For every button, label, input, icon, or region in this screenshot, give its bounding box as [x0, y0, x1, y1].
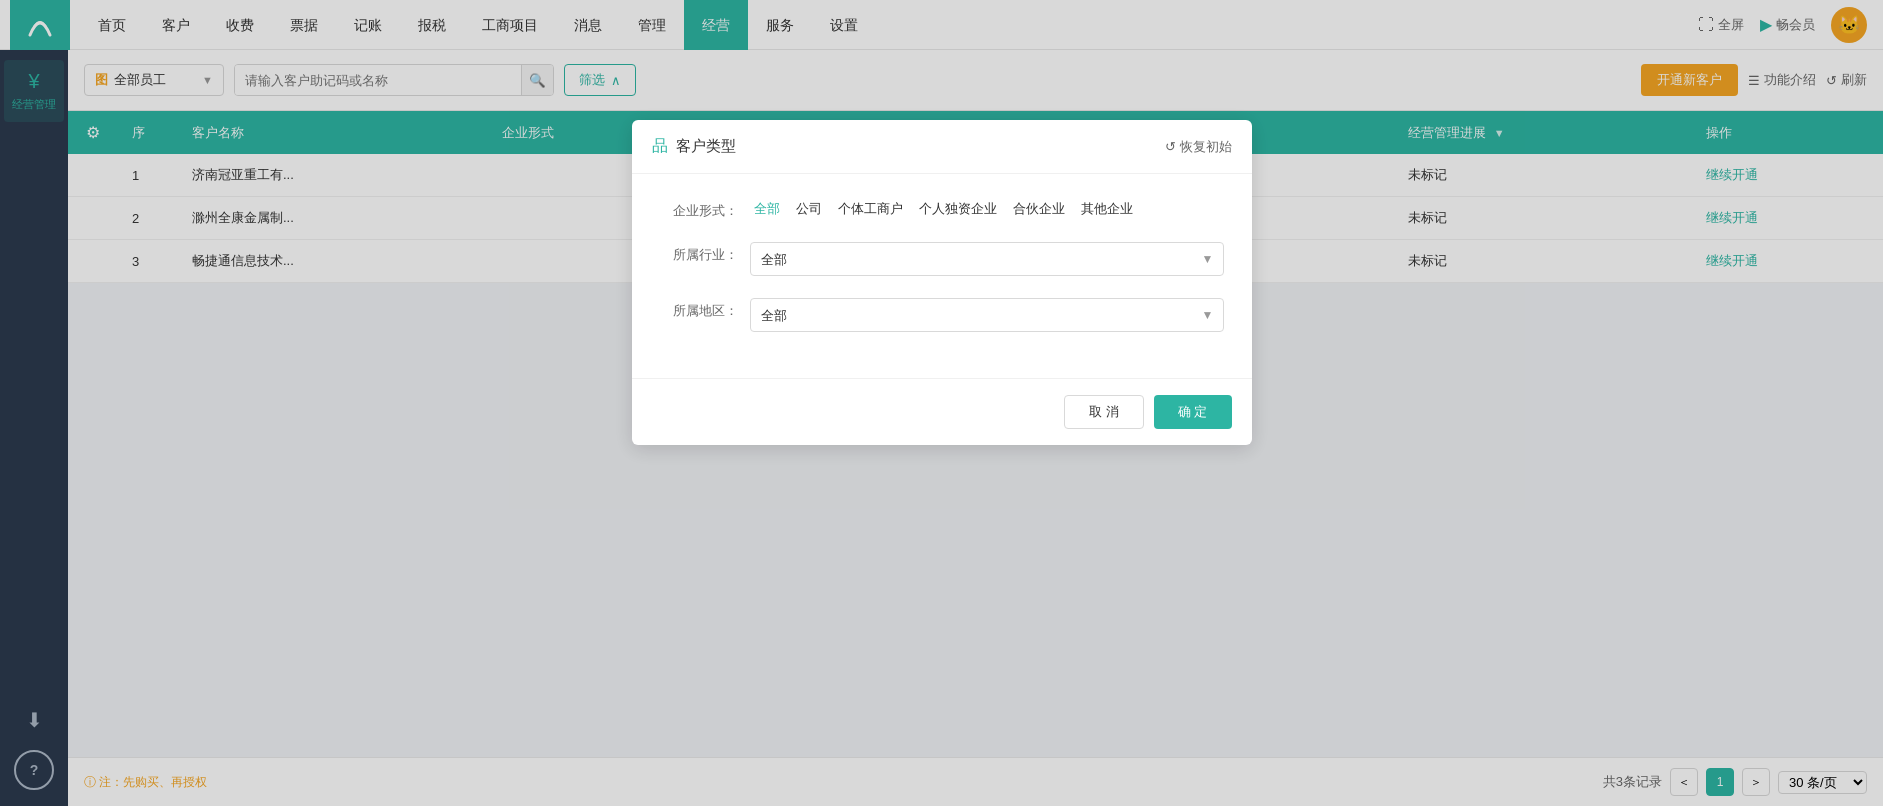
region-select-wrap: 全部 ▼ — [750, 298, 1224, 332]
region-label: 所属地区： — [660, 298, 750, 320]
enterprise-option[interactable]: 合伙企业 — [1009, 198, 1069, 220]
enterprise-form-row: 企业形式： 全部公司个体工商户个人独资企业合伙企业其他企业 — [660, 198, 1224, 220]
enterprise-option[interactable]: 其他企业 — [1077, 198, 1137, 220]
enterprise-form-label: 企业形式： — [660, 198, 750, 220]
restore-btn[interactable]: ↺ 恢复初始 — [1165, 138, 1232, 156]
restore-icon: ↺ — [1165, 139, 1176, 154]
modal-title-text: 客户类型 — [676, 137, 736, 156]
enterprise-option[interactable]: 个体工商户 — [834, 198, 907, 220]
restore-label: 恢复初始 — [1180, 138, 1232, 156]
filter-modal: 品 客户类型 ↺ 恢复初始 企业形式： 全部公司个体工商户个人独资企业合伙企业其… — [632, 120, 1252, 445]
confirm-button[interactable]: 确 定 — [1154, 395, 1232, 429]
industry-row: 所属行业： 全部 ▼ — [660, 242, 1224, 276]
industry-select-wrap: 全部 ▼ — [750, 242, 1224, 276]
industry-select[interactable]: 全部 — [750, 242, 1224, 276]
modal-overlay: 品 客户类型 ↺ 恢复初始 企业形式： 全部公司个体工商户个人独资企业合伙企业其… — [0, 0, 1883, 806]
modal-header: 品 客户类型 ↺ 恢复初始 — [632, 120, 1252, 174]
enterprise-option[interactable]: 公司 — [792, 198, 826, 220]
enterprise-option[interactable]: 个人独资企业 — [915, 198, 1001, 220]
modal-title-icon: 品 — [652, 136, 668, 157]
modal-footer: 取 消 确 定 — [632, 378, 1252, 445]
region-row: 所属地区： 全部 ▼ — [660, 298, 1224, 332]
industry-label: 所属行业： — [660, 242, 750, 264]
region-select[interactable]: 全部 — [750, 298, 1224, 332]
modal-body: 企业形式： 全部公司个体工商户个人独资企业合伙企业其他企业 所属行业： 全部 ▼… — [632, 174, 1252, 378]
enterprise-form-options: 全部公司个体工商户个人独资企业合伙企业其他企业 — [750, 198, 1224, 220]
cancel-button[interactable]: 取 消 — [1064, 395, 1144, 429]
enterprise-option[interactable]: 全部 — [750, 198, 784, 220]
modal-title: 品 客户类型 — [652, 136, 736, 157]
